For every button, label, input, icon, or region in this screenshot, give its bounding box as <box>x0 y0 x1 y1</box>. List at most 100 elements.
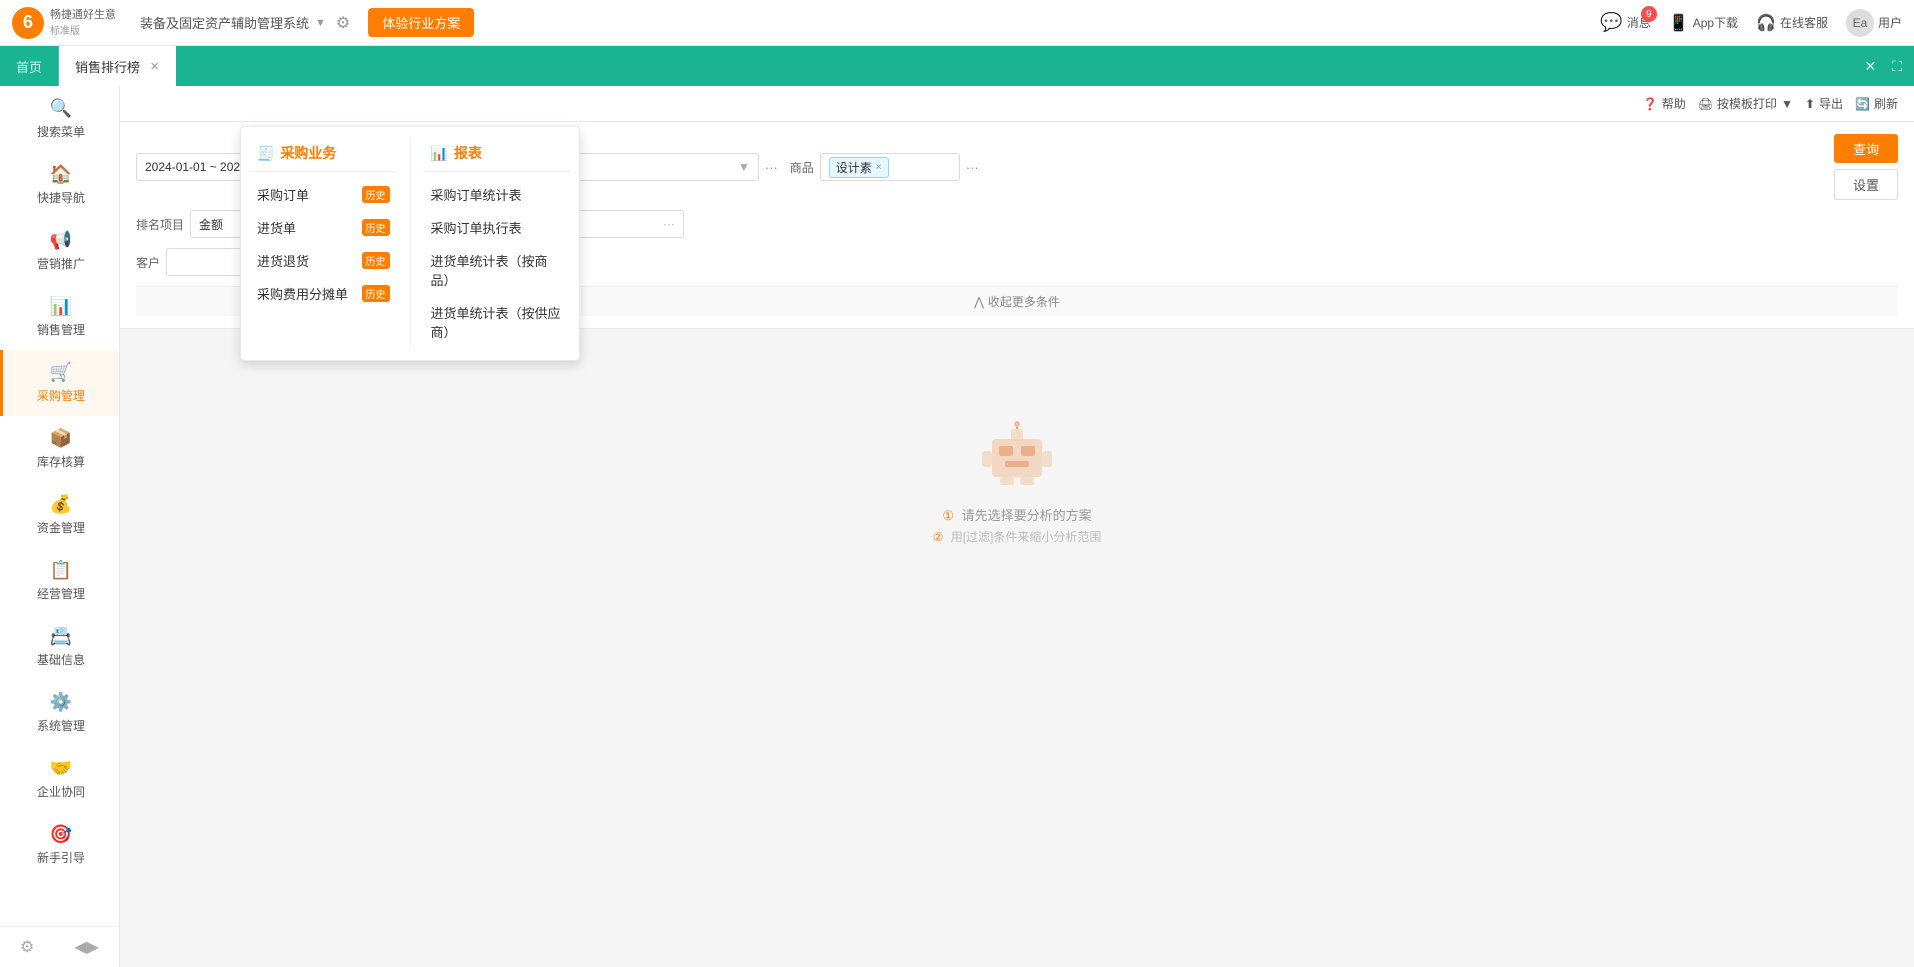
goods-label: 商品 <box>790 159 814 176</box>
sidebar-item-guide[interactable]: 🎯 新手引导 <box>0 812 119 878</box>
tab-bar: 首页 销售排行榜 ✕ ✕ ⛶ <box>0 46 1914 86</box>
collapse-icon: ⋀ <box>974 295 984 309</box>
empty-state: ① 请先选择要分析的方案 ② 用[过滤]条件来缩小分析范围 <box>120 329 1914 625</box>
set-btn[interactable]: 设置 <box>1834 169 1898 200</box>
sidebar-bottom: ⚙ ◀▶ <box>0 926 119 967</box>
operations-icon: 📋 <box>50 560 72 581</box>
report-col-header: 📊 报表 <box>423 139 572 172</box>
tab-expand[interactable]: ⛶ <box>1888 56 1906 77</box>
search-icon: 🔍 <box>50 98 72 119</box>
system-icon: ⚙️ <box>50 692 72 713</box>
inventory-icon: 📦 <box>50 428 72 449</box>
message-btn[interactable]: 💬 消息 9 <box>1600 12 1650 33</box>
sidebar-item-purchase[interactable]: 🛒 采购管理 <box>0 350 119 416</box>
goods-tag: 设计素 × <box>829 157 889 178</box>
tab-sales-ranking[interactable]: 销售排行榜 ✕ <box>59 46 176 86</box>
sidebar: 🔍 搜索菜单 🏠 快捷导航 📢 营销推广 📊 销售管理 🛒 采购管理 📦 库存核… <box>0 86 120 967</box>
history-badge-purchase-order: 历史 <box>362 186 390 203</box>
basic-info-icon: 📇 <box>50 626 72 647</box>
dropdown-item-order-exec[interactable]: 采购订单执行表 <box>423 211 572 244</box>
rank-item-label: 排名项目 <box>136 216 184 233</box>
user-avatar: Ea <box>1846 9 1874 37</box>
system-title-area: 装备及固定资产辅助管理系统 ▼ ⚙ 体验行业方案 <box>140 8 1600 37</box>
dropdown-divider <box>410 139 411 348</box>
goods-tag-close[interactable]: × <box>876 162 882 173</box>
sidebar-item-basic-info[interactable]: 📇 基础信息 <box>0 614 119 680</box>
logo-area: 6 畅捷通好生意 标准版 <box>12 7 132 39</box>
sidebar-settings-btn[interactable]: ⚙ <box>20 937 34 957</box>
dropdown-item-return[interactable]: 进货退货 历史 <box>249 244 398 277</box>
sidebar-item-quick-nav[interactable]: 🏠 快捷导航 <box>0 152 119 218</box>
dropdown-item-incoming[interactable]: 进货单 历史 <box>249 211 398 244</box>
app-badge: 标准版 <box>50 22 116 37</box>
export-btn[interactable]: ⬆ 导出 <box>1805 95 1843 112</box>
goods-filter: 商品 设计素 × ··· <box>790 153 979 181</box>
tab-controls: ✕ ⛶ <box>1860 46 1914 86</box>
purchase-col-icon: 🧾 <box>257 145 274 162</box>
help-btn[interactable]: ❓ 帮助 <box>1643 95 1686 112</box>
industry-btn[interactable]: 体验行业方案 <box>368 8 474 37</box>
user-area[interactable]: Ea 用户 <box>1846 9 1902 37</box>
history-badge-expense: 历史 <box>362 285 390 302</box>
print-icon: 🖨 <box>1698 97 1713 111</box>
customer-label: 客户 <box>136 254 160 271</box>
history-badge-return: 历史 <box>362 252 390 269</box>
app-download-btn[interactable]: 📱 App下载 <box>1669 13 1738 33</box>
sidebar-item-system[interactable]: ⚙️ 系统管理 <box>0 680 119 746</box>
refresh-icon: 🔄 <box>1855 97 1870 111</box>
sidebar-item-sales[interactable]: 📊 销售管理 <box>0 284 119 350</box>
marketing-icon: 📢 <box>50 230 72 251</box>
purchase-business-col: 🧾 采购业务 采购订单 历史 进货单 历史 进货退货 <box>241 139 406 348</box>
template-print-btn[interactable]: 🖨 按模板打印 ▼ <box>1698 95 1793 112</box>
history-badge-incoming: 历史 <box>362 219 390 236</box>
top-header: 6 畅捷通好生意 标准版 装备及固定资产辅助管理系统 ▼ ⚙ 体验行业方案 💬 … <box>0 0 1914 46</box>
sidebar-item-operations[interactable]: 📋 经营管理 <box>0 548 119 614</box>
goods-more[interactable]: ··· <box>966 160 979 175</box>
report-col: 📊 报表 采购订单统计表 采购订单执行表 进货单统计表（按商品） <box>415 139 580 348</box>
finance-icon: 💰 <box>50 494 72 515</box>
dropdown-columns: 🧾 采购业务 采购订单 历史 进货单 历史 进货退货 <box>241 139 579 348</box>
dropdown-item-expense[interactable]: 采购费用分摊单 历史 <box>249 277 398 310</box>
dropdown-item-order-stats[interactable]: 采购订单统计表 <box>423 178 572 211</box>
salesperson-dots: ··· <box>663 217 675 231</box>
app-logo: 6 <box>12 7 44 39</box>
content-area: ❓ 帮助 🖨 按模板打印 ▼ ⬆ 导出 🔄 刷新 <box>120 86 1914 967</box>
tab-close-icon[interactable]: ✕ <box>150 60 159 73</box>
sidebar-item-inventory[interactable]: 📦 库存核算 <box>0 416 119 482</box>
query-btn[interactable]: 查询 <box>1834 134 1898 163</box>
sidebar-item-finance[interactable]: 💰 资金管理 <box>0 482 119 548</box>
tab-close-all[interactable]: ✕ <box>1860 56 1880 77</box>
print-arrow-icon: ▼ <box>1781 97 1793 111</box>
message-badge: 9 <box>1641 6 1657 22</box>
voucher-status-arrow: ▼ <box>738 160 750 174</box>
sidebar-item-marketing[interactable]: 📢 营销推广 <box>0 218 119 284</box>
action-buttons: 查询 设置 <box>1834 134 1898 200</box>
tab-home[interactable]: 首页 <box>0 46 59 86</box>
enterprise-icon: 🤝 <box>50 758 72 779</box>
purchase-dropdown-menu[interactable]: 🧾 采购业务 采购订单 历史 进货单 历史 进货退货 <box>240 126 580 361</box>
sidebar-collapse-btn[interactable]: ◀▶ <box>74 937 99 957</box>
content-toolbar: ❓ 帮助 🖨 按模板打印 ▼ ⬆ 导出 🔄 刷新 <box>120 86 1914 122</box>
sidebar-item-search[interactable]: 🔍 搜索菜单 <box>0 86 119 152</box>
dropdown-item-incoming-by-supplier[interactable]: 进货单统计表（按供应商） <box>423 296 572 348</box>
voucher-status-more[interactable]: ··· <box>765 160 778 175</box>
empty-illustration <box>967 409 1067 489</box>
main-layout: 🔍 搜索菜单 🏠 快捷导航 📢 营销推广 📊 销售管理 🛒 采购管理 📦 库存核… <box>0 86 1914 967</box>
goods-select[interactable]: 设计素 × <box>820 153 960 181</box>
dropdown-item-incoming-by-goods[interactable]: 进货单统计表（按商品） <box>423 244 572 296</box>
refresh-btn[interactable]: 🔄 刷新 <box>1855 95 1898 112</box>
online-service-btn[interactable]: 🎧 在线客服 <box>1756 13 1828 33</box>
empty-tip-1: ① 请先选择要分析的方案 <box>942 505 1091 524</box>
dropdown-item-purchase-order[interactable]: 采购订单 历史 <box>249 178 398 211</box>
purchase-col-header: 🧾 采购业务 <box>249 139 398 172</box>
app-name: 畅捷通好生意 <box>50 8 116 22</box>
report-col-icon: 📊 <box>431 145 448 162</box>
system-title-text: 装备及固定资产辅助管理系统 <box>140 13 309 32</box>
settings-icon[interactable]: ⚙ <box>336 13 350 33</box>
empty-tip-2: ② 用[过滤]条件来缩小分析范围 <box>933 528 1102 545</box>
guide-icon: 🎯 <box>50 824 72 845</box>
title-dropdown-arrow[interactable]: ▼ <box>315 17 326 29</box>
sidebar-item-enterprise[interactable]: 🤝 企业协同 <box>0 746 119 812</box>
home-icon: 🏠 <box>50 164 72 185</box>
sales-icon: 📊 <box>50 296 72 317</box>
